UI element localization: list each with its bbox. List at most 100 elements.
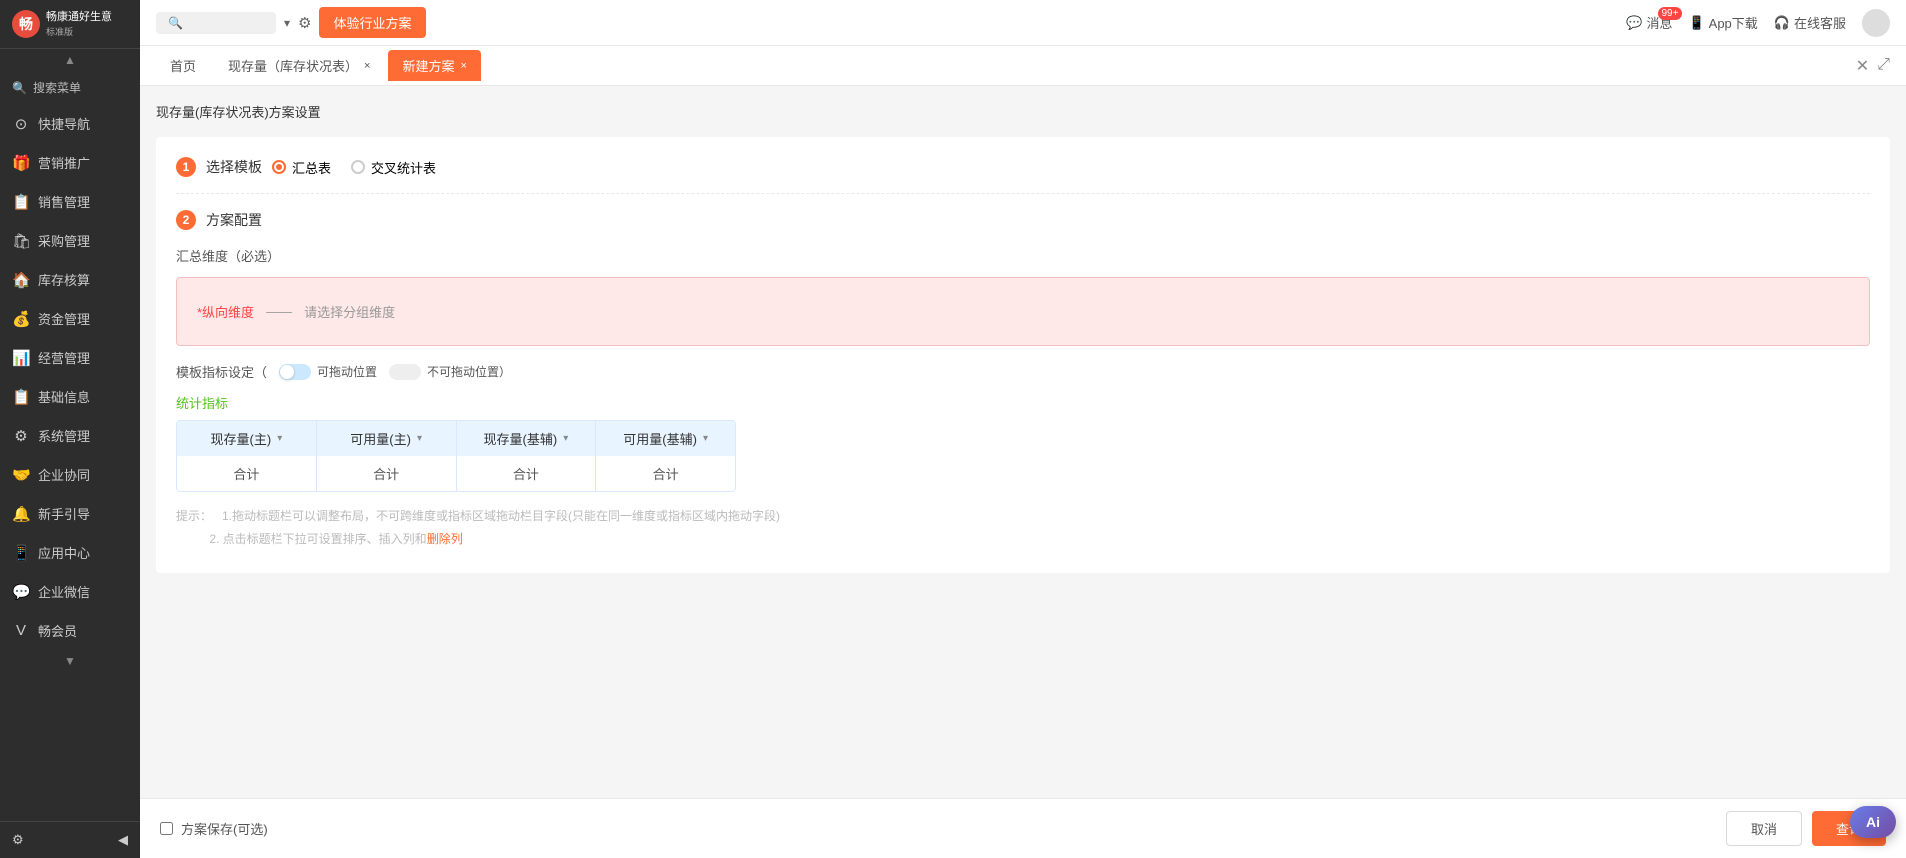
- scroll-up-button[interactable]: ▲: [0, 49, 140, 71]
- window-controls: ✕ ⤢: [1856, 56, 1890, 76]
- dimension-required: *纵向维度: [197, 302, 254, 321]
- radio-cross[interactable]: 交叉统计表: [351, 158, 436, 177]
- sidebar-item-system[interactable]: ⚙ 系统管理: [0, 416, 140, 455]
- stats-col2-label: 现存量(基辅): [484, 429, 558, 448]
- footer: 方案保存(可选) 取消 查询: [140, 798, 1906, 858]
- trial-button[interactable]: 体验行业方案: [319, 7, 425, 38]
- tab-home-label: 首页: [170, 56, 196, 75]
- online-service-button[interactable]: 🎧 在线客服: [1774, 13, 1846, 32]
- sidebar-item-label: 销售管理: [38, 192, 90, 211]
- tab-new-scheme-close[interactable]: ×: [460, 60, 466, 72]
- drag-indicator-off: [389, 364, 421, 380]
- step1-title: 选择模板: [206, 157, 262, 177]
- sidebar-item-appcenter[interactable]: 📱 应用中心: [0, 533, 140, 572]
- tab-bar: 首页 现存量（库存状况表） × 新建方案 × ✕ ⤢: [140, 46, 1906, 86]
- window-close-button[interactable]: ✕: [1856, 56, 1869, 76]
- search-icon: 🔍: [168, 16, 183, 30]
- tab-inventory-close[interactable]: ×: [364, 60, 370, 72]
- sidebar-bottom: ⚙ ◀: [0, 821, 140, 858]
- sidebar-item-wechat[interactable]: 💬 企业微信: [0, 572, 140, 611]
- app-download-label: App下载: [1709, 13, 1758, 32]
- chevron-down-icon-0[interactable]: ▾: [277, 433, 282, 444]
- step1-header: 1 选择模板 汇总表 交叉统计表: [176, 157, 1870, 177]
- radio-summary-label: 汇总表: [292, 158, 331, 177]
- sidebar-item-label: 畅会员: [38, 621, 77, 640]
- drag-indicator-on[interactable]: [279, 364, 311, 380]
- stats-data-cell-0-2: 合计: [457, 456, 597, 491]
- app-download-button[interactable]: 📱 App下载: [1688, 13, 1757, 32]
- cooperation-icon: 🤝: [12, 466, 30, 484]
- chevron-down-icon-2[interactable]: ▾: [563, 433, 568, 444]
- sidebar-item-inventory[interactable]: 🏠 库存核算: [0, 260, 140, 299]
- sidebar-item-member[interactable]: V 畅会员: [0, 611, 140, 650]
- stats-header-cell-3[interactable]: 可用量(基辅) ▾: [596, 421, 735, 456]
- search-menu-button[interactable]: 🔍 搜索菜单: [0, 71, 140, 104]
- settings-icon[interactable]: ⚙: [12, 832, 24, 848]
- chevron-down-icon-3[interactable]: ▾: [703, 433, 708, 444]
- logo-icon: 畅: [12, 10, 40, 38]
- stats-col1-label: 可用量(主): [350, 429, 411, 448]
- header-gear[interactable]: ⚙: [298, 14, 311, 32]
- tab-new-scheme[interactable]: 新建方案 ×: [388, 50, 480, 81]
- sidebar-item-label: 新手引导: [38, 504, 90, 523]
- message-badge: 99+: [1658, 7, 1683, 20]
- radio-summary[interactable]: 汇总表: [272, 158, 331, 177]
- step2-title: 方案配置: [206, 210, 262, 230]
- ai-bubble[interactable]: Ai: [1850, 806, 1896, 838]
- chevron-down-icon-1[interactable]: ▾: [417, 433, 422, 444]
- marketing-icon: 🎁: [12, 154, 30, 172]
- sidebar-item-marketing[interactable]: 🎁 营销推广: [0, 143, 140, 182]
- sidebar-logo: 畅 畅康通好生意 标准版: [0, 0, 140, 49]
- user-avatar[interactable]: [1862, 9, 1890, 37]
- tab-inventory[interactable]: 现存量（库存状况表） ×: [214, 50, 384, 81]
- step2-header: 2 方案配置: [176, 210, 1870, 230]
- stats-header-cell-0[interactable]: 现存量(主) ▾: [177, 421, 317, 456]
- non-draggable-indicator: 不可拖动位置）: [389, 363, 511, 380]
- online-service-label: 在线客服: [1794, 13, 1846, 32]
- sidebar-item-guide[interactable]: 🔔 新手引导: [0, 494, 140, 533]
- save-checkbox[interactable]: [160, 822, 173, 835]
- cancel-button[interactable]: 取消: [1726, 811, 1802, 846]
- content-area: 现存量(库存状况表)方案设置 1 选择模板 汇总表 交叉统计表: [140, 86, 1906, 798]
- stats-col3-label: 可用量(基辅): [623, 429, 697, 448]
- stats-data-cell-0-3: 合计: [596, 456, 735, 491]
- header: 🔍 ▾ ⚙ 体验行业方案 💬 消息 99+ 📱 App下载 🎧 在线客服: [140, 0, 1906, 46]
- header-search-box[interactable]: 🔍: [156, 12, 276, 34]
- scroll-down-button[interactable]: ▼: [0, 650, 140, 672]
- sidebar-item-operations[interactable]: 📊 经营管理: [0, 338, 140, 377]
- header-right: 💬 消息 99+ 📱 App下载 🎧 在线客服: [1626, 9, 1890, 37]
- sidebar-item-label: 快捷导航: [38, 114, 90, 133]
- sidebar-item-basic[interactable]: 📋 基础信息: [0, 377, 140, 416]
- window-expand-button[interactable]: ⤢: [1877, 56, 1890, 76]
- non-draggable-label: 不可拖动位置）: [427, 363, 511, 380]
- sidebar-item-label: 采购管理: [38, 231, 90, 250]
- stats-header-cell-2[interactable]: 现存量(基辅) ▾: [457, 421, 597, 456]
- header-left: 🔍 ▾ ⚙ 体验行业方案: [156, 7, 1614, 38]
- tab-home[interactable]: 首页: [156, 50, 210, 81]
- collapse-icon[interactable]: ◀: [118, 832, 128, 848]
- guide-icon: 🔔: [12, 505, 30, 523]
- dimension-area[interactable]: *纵向维度 —— 请选择分组维度: [176, 277, 1870, 346]
- stats-header-row: 现存量(主) ▾ 可用量(主) ▾ 现存量(基辅) ▾ 可用量(基辅) ▾: [177, 421, 735, 456]
- finance-icon: 💰: [12, 310, 30, 328]
- tip2-highlight: 删除列: [427, 532, 463, 546]
- sidebar-item-cooperation[interactable]: 🤝 企业协同: [0, 455, 140, 494]
- aggregation-label: 汇总维度（必选）: [176, 246, 1870, 265]
- sidebar-item-finance[interactable]: 💰 资金管理: [0, 299, 140, 338]
- sidebar-item-shortcut[interactable]: ⊙ 快捷导航: [0, 104, 140, 143]
- message-icon: 💬: [1626, 15, 1642, 31]
- sidebar-item-sales[interactable]: 📋 销售管理: [0, 182, 140, 221]
- save-checkbox-label: 方案保存(可选): [181, 819, 268, 838]
- stats-col0-label: 现存量(主): [211, 429, 272, 448]
- dimension-placeholder: 请选择分组维度: [304, 302, 395, 321]
- draggable-toggle[interactable]: 可拖动位置: [279, 363, 377, 380]
- app-name: 畅康通好生意: [46, 10, 112, 24]
- sidebar-item-label: 应用中心: [38, 543, 90, 562]
- stats-header-cell-1[interactable]: 可用量(主) ▾: [317, 421, 457, 456]
- sidebar-item-purchase[interactable]: 🛍 采购管理: [0, 221, 140, 260]
- message-button[interactable]: 💬 消息 99+: [1626, 13, 1672, 32]
- sales-icon: 📋: [12, 193, 30, 211]
- radio-cross-label: 交叉统计表: [371, 158, 436, 177]
- radio-cross-circle: [351, 160, 365, 174]
- header-dropdown[interactable]: ▾: [284, 16, 290, 30]
